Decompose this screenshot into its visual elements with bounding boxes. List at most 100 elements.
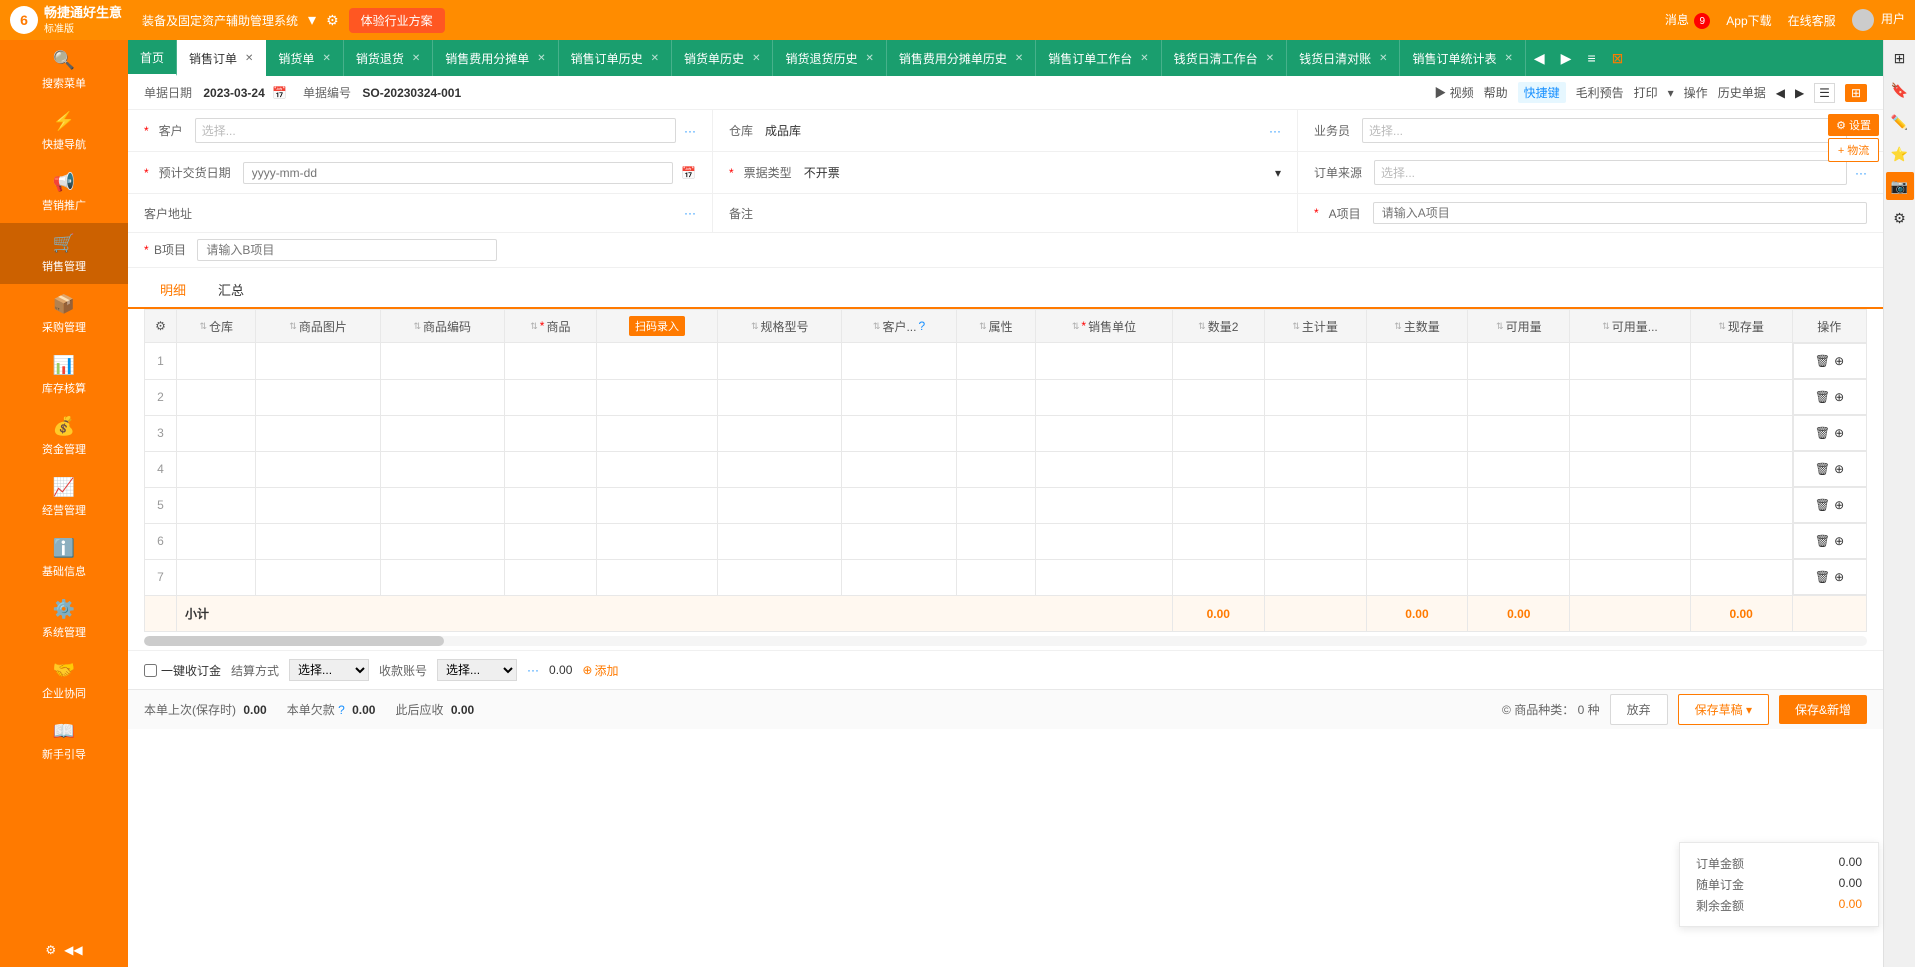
- order-source-ellipsis[interactable]: ···: [1855, 166, 1867, 180]
- app-download-btn[interactable]: App下载: [1726, 12, 1771, 29]
- right-panel-edit-icon[interactable]: ✏️: [1886, 108, 1914, 136]
- warehouse-ellipsis[interactable]: ···: [1269, 124, 1281, 138]
- tab-close-cash-workbench[interactable]: ✕: [1266, 53, 1274, 64]
- tab-home[interactable]: 首页: [128, 40, 177, 76]
- one-click-checkbox[interactable]: [144, 664, 157, 677]
- one-click-checkbox-label[interactable]: 一键收订金: [144, 662, 221, 679]
- sort-qty2-icon[interactable]: ⇅: [1198, 321, 1206, 332]
- sort-warehouse-icon[interactable]: ⇅: [199, 321, 207, 332]
- sort-attr-icon[interactable]: ⇅: [979, 321, 987, 332]
- order-source-input[interactable]: 选择...: [1374, 160, 1847, 185]
- sort-spec-icon[interactable]: ⇅: [751, 321, 759, 332]
- invoice-dropdown-icon[interactable]: ▾: [1275, 166, 1281, 180]
- tab-cash-reconcile[interactable]: 钱货日清对账 ✕: [1287, 40, 1400, 76]
- settings-btn[interactable]: ⚙ 设置: [1828, 114, 1879, 136]
- delete-row-3-icon[interactable]: 🗑: [1815, 426, 1830, 440]
- right-panel-settings-icon[interactable]: ⚙: [1886, 204, 1914, 232]
- sidebar-item-sales[interactable]: 🛒 销售管理: [0, 223, 128, 284]
- sidebar-item-quicknav[interactable]: ⚡ 快捷导航: [0, 101, 128, 162]
- system-dropdown-icon[interactable]: ▾: [308, 10, 316, 30]
- scan-btn[interactable]: 扫码录入: [629, 316, 685, 336]
- tab-close-order-history[interactable]: ✕: [651, 53, 659, 64]
- copy-row-1-icon[interactable]: ⊕: [1834, 354, 1844, 368]
- sidebar-item-guide[interactable]: 📖 新手引导: [0, 711, 128, 772]
- copy-row-6-icon[interactable]: ⊕: [1834, 534, 1844, 548]
- row-1-mainqty[interactable]: [1366, 343, 1468, 380]
- delivery-calendar-icon[interactable]: 📅: [681, 166, 696, 180]
- custcode-help-icon[interactable]: ?: [918, 319, 925, 333]
- row-1-code[interactable]: [380, 343, 504, 380]
- customer-input[interactable]: 选择...: [195, 118, 676, 143]
- shortcut-btn[interactable]: 快捷键: [1518, 82, 1566, 103]
- sort-image-icon[interactable]: ⇅: [289, 321, 297, 332]
- sidebar-item-management[interactable]: 📈 经营管理: [0, 467, 128, 528]
- view-btn[interactable]: ▶ 视频: [1434, 84, 1473, 101]
- b-project-input[interactable]: [197, 239, 497, 261]
- delivery-date-input[interactable]: [243, 162, 673, 184]
- tab-close-expense-history[interactable]: ✕: [1015, 53, 1023, 64]
- save-draft-dropdown-icon[interactable]: ▾: [1746, 703, 1752, 717]
- sort-avail2-icon[interactable]: ⇅: [1602, 321, 1610, 332]
- tab-close-invoice-history[interactable]: ✕: [752, 53, 760, 64]
- tab-sales-invoice[interactable]: 销货单 ✕: [266, 40, 343, 76]
- copy-row-2-icon[interactable]: ⊕: [1834, 390, 1844, 404]
- account-select[interactable]: 选择...: [437, 659, 517, 681]
- tab-close-return-history[interactable]: ✕: [865, 53, 873, 64]
- tab-close-sales-stats[interactable]: ✕: [1505, 53, 1513, 64]
- row-1-qty2[interactable]: [1172, 343, 1264, 380]
- tab-summary[interactable]: 汇总: [202, 272, 260, 307]
- customer-ellipsis[interactable]: ···: [684, 124, 696, 138]
- sidebar-item-marketing[interactable]: 📢 营销推广: [0, 162, 128, 223]
- print-btn[interactable]: 打印: [1634, 84, 1658, 101]
- sidebar-item-finance[interactable]: 💰 资金管理: [0, 406, 128, 467]
- delete-row-5-icon[interactable]: 🗑: [1815, 498, 1830, 512]
- addr-ellipsis[interactable]: ···: [684, 206, 696, 220]
- tab-sales-order[interactable]: 销售订单 ✕: [177, 40, 266, 76]
- tab-close-sales-order[interactable]: ✕: [245, 53, 253, 64]
- tab-order-history[interactable]: 销售订单历史 ✕: [559, 40, 672, 76]
- add-material-btn[interactable]: + 物流: [1828, 138, 1879, 162]
- online-service-btn[interactable]: 在线客服: [1788, 12, 1836, 29]
- sidebar-collapse-icon[interactable]: ◀◀: [64, 943, 82, 957]
- abandon-btn[interactable]: 放弃: [1610, 694, 1668, 725]
- tab-expense-split[interactable]: 销售费用分摊单 ✕: [433, 40, 558, 76]
- save-draft-btn[interactable]: 保存草稿 ▾: [1678, 694, 1769, 725]
- tab-expand-btn[interactable]: ≡: [1579, 50, 1603, 66]
- row-1-avail[interactable]: [1468, 343, 1570, 380]
- row-1-unit[interactable]: [1036, 343, 1173, 380]
- row-1-product[interactable]: [504, 343, 596, 380]
- row-1-image[interactable]: [256, 343, 380, 380]
- right-panel-star-icon[interactable]: ⭐: [1886, 140, 1914, 168]
- copy-row-5-icon[interactable]: ⊕: [1834, 498, 1844, 512]
- debt-help-icon[interactable]: ?: [338, 703, 345, 717]
- a-project-input[interactable]: [1373, 202, 1867, 224]
- sort-product-icon[interactable]: ⇅: [530, 321, 538, 332]
- right-panel-bookmark-icon[interactable]: 🔖: [1886, 76, 1914, 104]
- sidebar-item-system[interactable]: ⚙️ 系统管理: [0, 589, 128, 650]
- operation-btn[interactable]: 操作: [1684, 84, 1708, 101]
- delete-row-2-icon[interactable]: 🗑: [1815, 390, 1830, 404]
- save-new-btn[interactable]: 保存&新增: [1779, 695, 1867, 724]
- delete-row-1-icon[interactable]: 🗑: [1815, 354, 1830, 368]
- history-btn[interactable]: 历史单据: [1718, 84, 1766, 101]
- sort-stock-icon[interactable]: ⇅: [1718, 321, 1726, 332]
- help-btn[interactable]: 帮助: [1484, 84, 1508, 101]
- tab-order-workbench[interactable]: 销售订单工作台 ✕: [1036, 40, 1161, 76]
- tab-return-history[interactable]: 销货退货历史 ✕: [773, 40, 886, 76]
- prev-record-icon[interactable]: ◀: [1776, 86, 1785, 100]
- payment-method-select[interactable]: 选择...: [289, 659, 369, 681]
- calendar-icon[interactable]: 📅: [272, 86, 287, 100]
- row-1-stock[interactable]: [1690, 343, 1792, 380]
- list-view-icon[interactable]: ☰: [1814, 83, 1835, 103]
- profit-btn[interactable]: 毛利预告: [1576, 84, 1624, 101]
- sidebar-item-purchase[interactable]: 📦 采购管理: [0, 284, 128, 345]
- sort-mainqty-icon[interactable]: ⇅: [1394, 321, 1402, 332]
- sort-code-icon[interactable]: ⇅: [414, 321, 422, 332]
- product-count-icon[interactable]: ©: [1502, 703, 1511, 717]
- sort-avail-icon[interactable]: ⇅: [1496, 321, 1504, 332]
- sort-mainunit-icon[interactable]: ⇅: [1292, 321, 1300, 332]
- sort-custcode-icon[interactable]: ⇅: [873, 321, 881, 332]
- delete-row-6-icon[interactable]: 🗑: [1815, 534, 1830, 548]
- next-record-icon[interactable]: ▶: [1795, 86, 1804, 100]
- sidebar-item-basic[interactable]: ℹ️ 基础信息: [0, 528, 128, 589]
